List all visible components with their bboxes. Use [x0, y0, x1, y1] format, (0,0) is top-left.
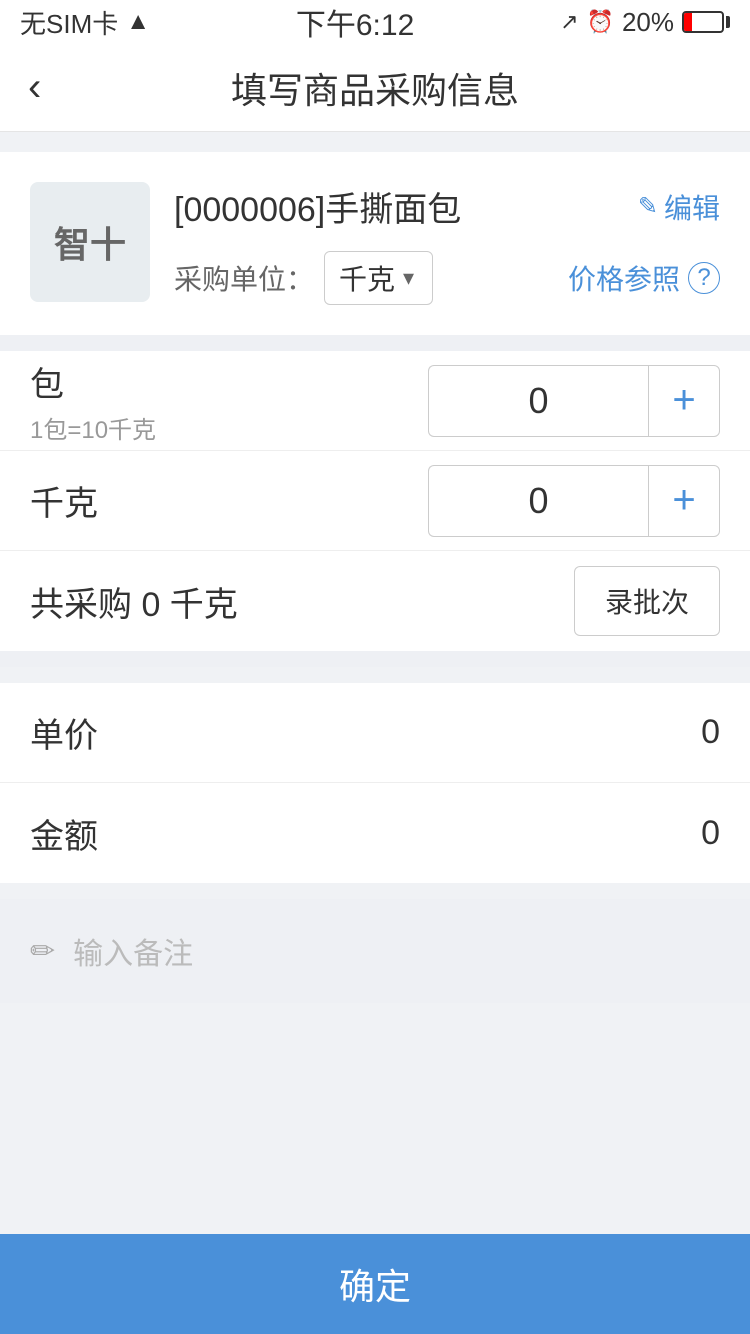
confirm-button[interactable]: 确定	[0, 1234, 750, 1334]
location-icon: ↗	[560, 9, 578, 35]
product-image: 智十	[30, 182, 150, 302]
kg-quantity-input[interactable]	[428, 465, 648, 537]
product-card: 智十 [0000006]手撕面包 ✎ 编辑 采购单位： 千克 ▾ 价格参照 ?	[0, 152, 750, 335]
unit-label: 采购单位：	[174, 258, 314, 298]
product-logo-text: 智十	[54, 216, 126, 268]
wifi-icon: ▲	[126, 8, 150, 36]
unit-value: 千克	[339, 258, 395, 298]
product-name: [0000006]手撕面包	[174, 182, 461, 231]
bag-input-row: 包 1包=10千克 +	[0, 351, 750, 451]
batch-button[interactable]: 录批次	[574, 566, 720, 636]
input-section: 包 1包=10千克 + 千克 +	[0, 351, 750, 551]
bag-input-right: +	[428, 365, 720, 437]
edit-icon: ✎	[638, 192, 658, 221]
unit-price-value: 0	[701, 713, 720, 752]
summary-text: 共采购 0 千克	[30, 577, 238, 626]
kg-input-right: +	[428, 465, 720, 537]
amount-row: 金额 0	[0, 783, 750, 883]
price-section: 单价 0 金额 0	[0, 683, 750, 883]
back-button[interactable]: ‹	[28, 65, 41, 110]
kg-main-label: 千克	[30, 476, 98, 525]
edit-button[interactable]: ✎ 编辑	[638, 187, 720, 227]
amount-value: 0	[701, 814, 720, 853]
price-ref-button[interactable]: 价格参照 ?	[568, 258, 720, 298]
status-bar: 无SIM卡 ▲ 下午6:12 ↗ ⏰ 20%	[0, 0, 750, 44]
section-divider-1	[0, 335, 750, 351]
unit-price-label: 单价	[30, 708, 98, 757]
unit-price-row: 单价 0	[0, 683, 750, 783]
bag-quantity-input[interactable]	[428, 365, 648, 437]
amount-label: 金额	[30, 809, 98, 858]
bag-label-group: 包 1包=10千克	[30, 357, 156, 445]
summary-row: 共采购 0 千克 录批次	[0, 551, 750, 651]
product-name-row: [0000006]手撕面包 ✎ 编辑	[174, 182, 720, 231]
remark-section[interactable]: ✏ 输入备注	[0, 899, 750, 1003]
help-icon: ?	[688, 262, 720, 294]
sim-status: 无SIM卡	[20, 4, 118, 41]
bag-main-label: 包	[30, 357, 156, 406]
alarm-icon: ⏰	[587, 9, 614, 35]
confirm-label: 确定	[339, 1258, 411, 1310]
bottom-spacer	[0, 1003, 750, 1263]
dropdown-arrow-icon: ▾	[403, 265, 414, 291]
edit-label: 编辑	[664, 187, 720, 227]
kg-plus-button[interactable]: +	[648, 465, 720, 537]
section-divider-2	[0, 651, 750, 667]
kg-input-row: 千克 +	[0, 451, 750, 551]
battery-percent: 20%	[622, 7, 674, 38]
page-title: 填写商品采购信息	[231, 62, 519, 114]
unit-row: 采购单位： 千克 ▾ 价格参照 ?	[174, 251, 720, 305]
price-ref-label: 价格参照	[568, 258, 680, 298]
status-left: 无SIM卡 ▲	[20, 4, 150, 41]
status-time: 下午6:12	[296, 0, 414, 44]
pencil-icon: ✏	[30, 934, 55, 969]
status-right: ↗ ⏰ 20%	[560, 7, 730, 38]
product-info: [0000006]手撕面包 ✎ 编辑 采购单位： 千克 ▾ 价格参照 ?	[174, 182, 720, 305]
remark-placeholder: 输入备注	[73, 929, 193, 973]
battery-icon	[682, 11, 730, 33]
bag-sub-label: 1包=10千克	[30, 410, 156, 445]
nav-bar: ‹ 填写商品采购信息	[0, 44, 750, 132]
unit-select[interactable]: 千克 ▾	[324, 251, 433, 305]
bag-plus-button[interactable]: +	[648, 365, 720, 437]
kg-label-group: 千克	[30, 476, 98, 525]
